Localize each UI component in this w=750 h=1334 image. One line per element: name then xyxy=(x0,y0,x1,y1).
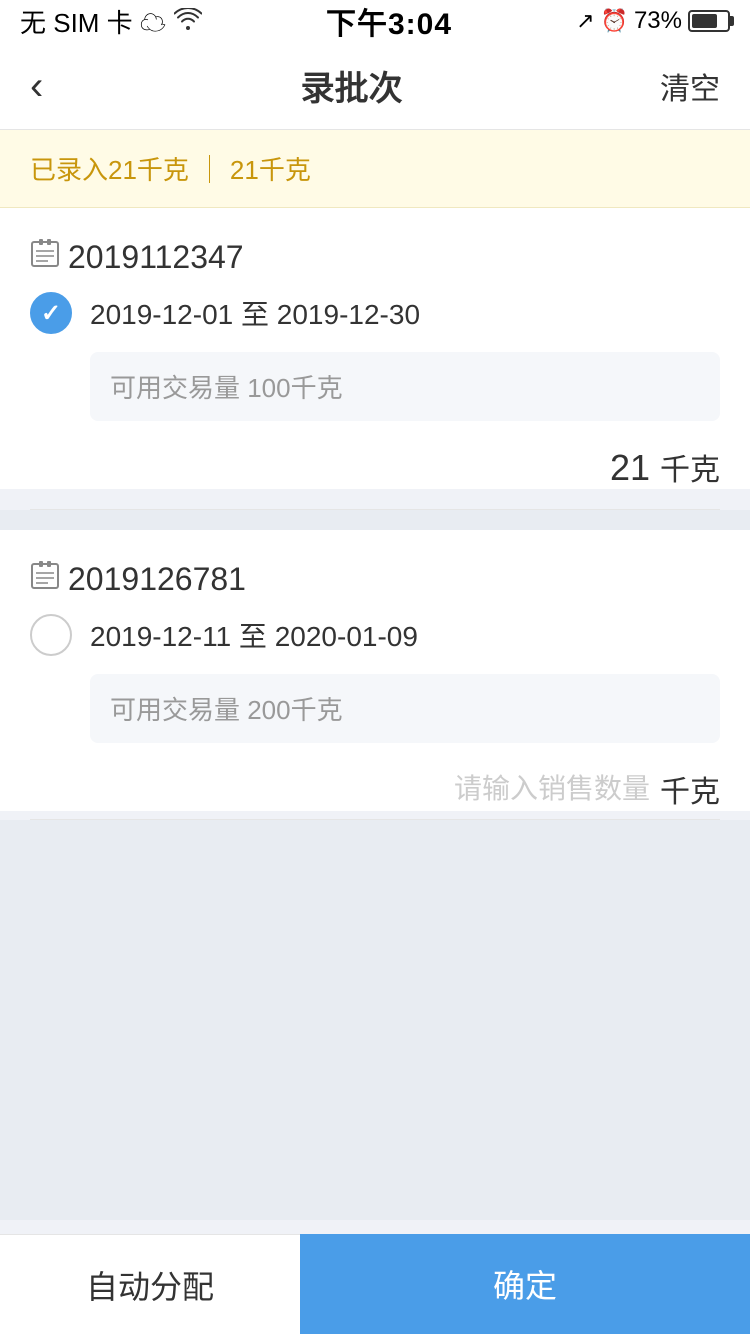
page-title: 录批次 xyxy=(301,61,403,110)
batch1-radio[interactable] xyxy=(30,292,72,334)
batch2-icon xyxy=(30,560,60,598)
alarm-icon: ⏰ xyxy=(601,8,628,34)
batch1-date-row[interactable]: 2019-12-01 至 2019-12-30 xyxy=(30,292,720,334)
batch2-id: 2019126781 xyxy=(68,561,246,598)
batch2-card: 2019126781 2019-12-11 至 2020-01-09 可用交易量… xyxy=(0,530,750,743)
clear-button[interactable]: 清空 xyxy=(660,64,720,108)
batch1-amount-row: 21 千克 xyxy=(0,421,750,489)
batch1-amount-value: 21 xyxy=(610,447,650,489)
nav-bar: ‹ 录批次 清空 xyxy=(0,42,750,130)
batch1-icon xyxy=(30,238,60,276)
confirm-button[interactable]: 确定 xyxy=(300,1234,750,1334)
wifi-icon xyxy=(174,6,202,37)
batch2-date: 2019-12-11 至 2020-01-09 xyxy=(90,615,418,655)
batch1-card: 2019112347 2019-12-01 至 2019-12-30 可用交易量… xyxy=(0,208,750,421)
batch2-date-row[interactable]: 2019-12-11 至 2020-01-09 xyxy=(30,614,720,656)
batch1-header: 2019112347 xyxy=(30,238,720,276)
battery-indicator xyxy=(688,10,730,32)
batch1-amount-unit: 千克 xyxy=(660,445,720,489)
bottom-bar: 自动分配 确定 xyxy=(0,1234,750,1334)
batch2-radio[interactable] xyxy=(30,614,72,656)
auto-distribute-button[interactable]: 自动分配 xyxy=(0,1234,300,1334)
battery-percent: 73% xyxy=(634,7,682,35)
batch2-input-row: 千克 xyxy=(0,743,750,811)
status-bar: 无 SIM 卡 ☁ 下午3:04 ↗ ⏰ 73% xyxy=(0,0,750,42)
summary-amount: 21千克 xyxy=(230,150,311,187)
summary-divider xyxy=(209,155,210,183)
batch1-id: 2019112347 xyxy=(68,239,244,276)
section-separator xyxy=(0,510,750,530)
status-left: 无 SIM 卡 ☁ xyxy=(20,3,202,40)
location-icon: ↗ xyxy=(576,8,594,34)
summary-bar: 已录入21千克 21千克 xyxy=(0,130,750,208)
batch2-unit: 千克 xyxy=(660,767,720,811)
batch2-available: 可用交易量 200千克 xyxy=(90,674,720,743)
quantity-input[interactable] xyxy=(350,772,650,806)
status-time: 下午3:04 xyxy=(326,0,452,43)
batch2-header: 2019126781 xyxy=(30,560,720,598)
back-button[interactable]: ‹ xyxy=(30,66,43,106)
status-right: ↗ ⏰ 73% xyxy=(576,7,730,35)
no-sim-label: 无 SIM 卡 ☁ xyxy=(20,3,166,40)
recorded-label: 已录入21千克 xyxy=(30,150,189,187)
batch1-date: 2019-12-01 至 2019-12-30 xyxy=(90,293,420,333)
batch1-available: 可用交易量 100千克 xyxy=(90,352,720,421)
grey-area xyxy=(0,820,750,1220)
